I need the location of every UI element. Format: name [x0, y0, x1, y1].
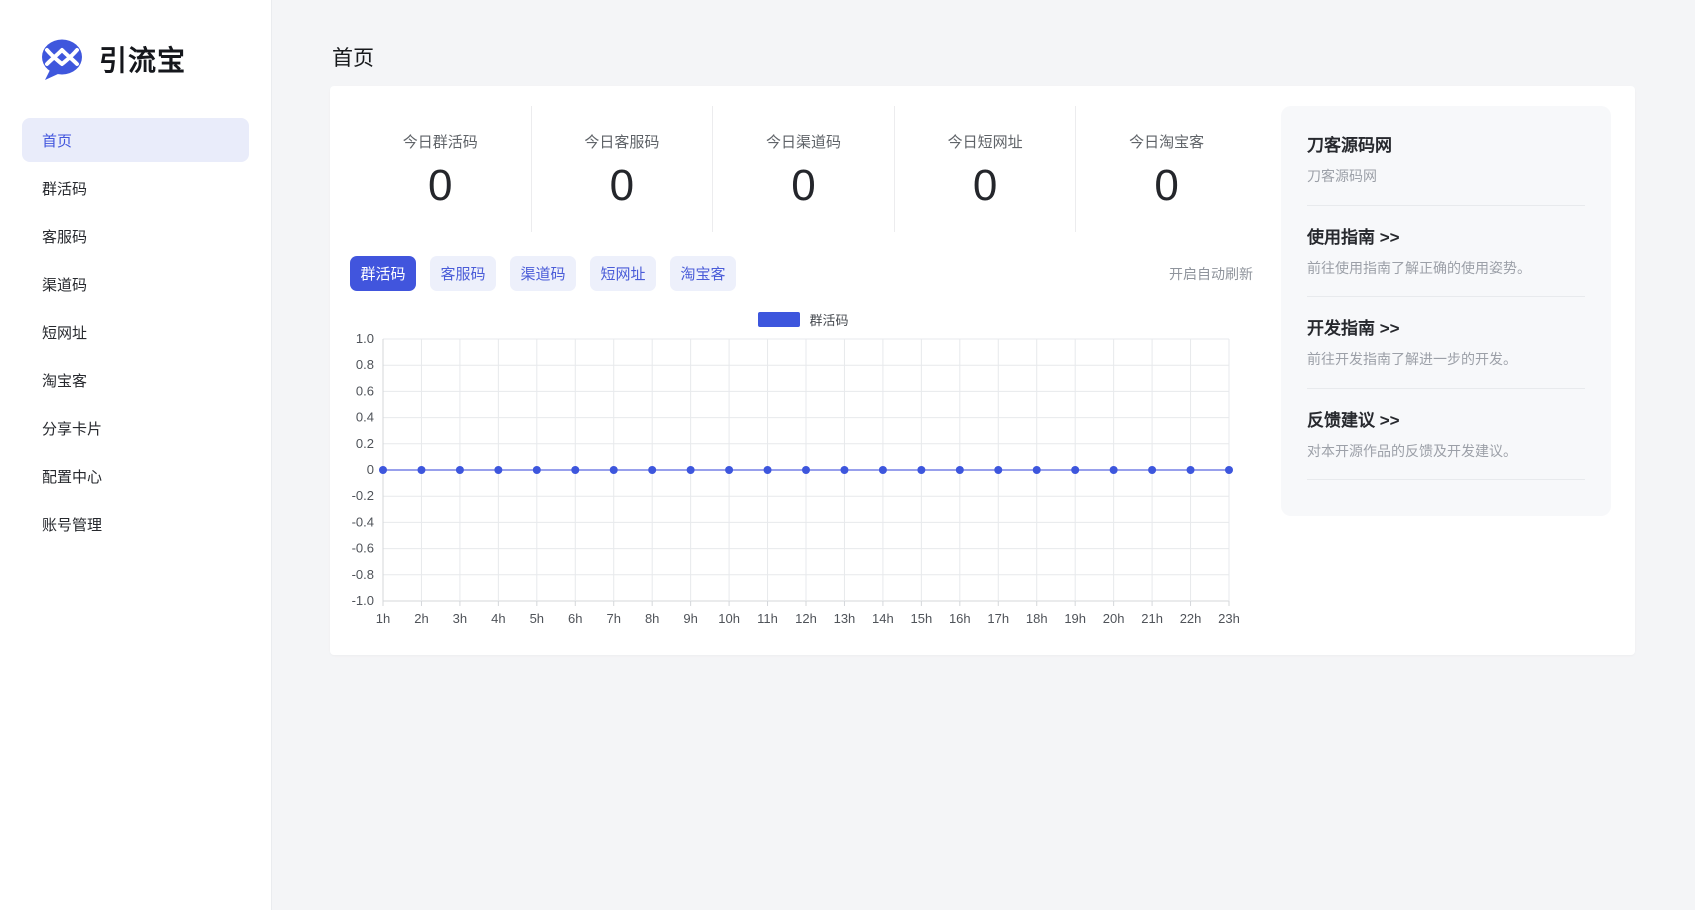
svg-text:11h: 11h	[757, 611, 778, 626]
svg-text:22h: 22h	[1180, 611, 1202, 626]
tabs-row: 群活码 客服码 渠道码 短网址 淘宝客 开启自动刷新	[350, 256, 1257, 291]
svg-text:18h: 18h	[1026, 611, 1048, 626]
stat-value: 0	[609, 160, 635, 210]
app-title: 引流宝	[99, 45, 187, 76]
info-section-desc: 前往开发指南了解进一步的开发。	[1307, 351, 1517, 368]
svg-text:12h: 12h	[795, 611, 817, 626]
svg-text:-0.8: -0.8	[352, 567, 374, 582]
svg-text:15h: 15h	[911, 611, 933, 626]
svg-text:-0.2: -0.2	[352, 488, 374, 503]
svg-text:1.0: 1.0	[356, 331, 374, 346]
chart-area: 群活码 1.0 0.8 0.6 0.4 0.2 0 -0.2 -0.4 -0.6 -0.8 -1.0…	[350, 311, 1257, 631]
svg-text:9h: 9h	[683, 611, 697, 626]
svg-text:0.4: 0.4	[356, 410, 374, 425]
svg-text:20h: 20h	[1103, 611, 1125, 626]
svg-text:0.2: 0.2	[356, 436, 374, 451]
stat-label: 今日客服码	[584, 133, 660, 151]
svg-text:2h: 2h	[414, 611, 428, 626]
stat-card-0: 今日群活码 0	[350, 106, 532, 232]
sidebar-item-7[interactable]: 配置中心	[22, 454, 249, 498]
svg-text:17h: 17h	[987, 611, 1009, 626]
sidebar-item-3[interactable]: 渠道码	[22, 262, 249, 306]
svg-text:13h: 13h	[834, 611, 856, 626]
tab-2[interactable]: 渠道码	[510, 256, 576, 291]
svg-text:3h: 3h	[453, 611, 467, 626]
sidebar-nav: 首页 群活码 客服码 渠道码 短网址 淘宝客 分享卡片 配置中心 账号管理	[0, 118, 271, 546]
sidebar-item-8[interactable]: 账号管理	[22, 502, 249, 546]
sidebar-item-0[interactable]: 首页	[22, 118, 249, 162]
chart-tabs: 群活码 客服码 渠道码 短网址 淘宝客	[350, 256, 750, 291]
sidebar-item-5[interactable]: 淘宝客	[22, 358, 249, 402]
legend-marker	[758, 311, 801, 327]
stat-card-4: 今日淘宝客 0	[1076, 106, 1257, 232]
svg-text:-1.0: -1.0	[352, 593, 374, 608]
info-section-desc: 刀客源码网	[1307, 168, 1377, 184]
info-section-title[interactable]: 刀客源码网	[1307, 131, 1585, 156]
stat-card-3: 今日短网址 0	[895, 106, 1077, 232]
svg-text:19h: 19h	[1064, 611, 1086, 626]
auto-refresh-toggle[interactable]: 开启自动刷新	[1169, 264, 1253, 284]
stat-label: 今日短网址	[947, 133, 1023, 151]
svg-text:1h: 1h	[376, 611, 390, 626]
dashboard-card: 今日群活码 0 今日客服码 0 今日渠道码 0 今日短网址 0 今日淘宝客 0 群活码 客服码 渠道码…	[330, 86, 1635, 655]
svg-text:23h: 23h	[1218, 611, 1240, 626]
stat-value: 0	[791, 160, 816, 210]
stat-label: 今日渠道码	[765, 133, 841, 151]
sidebar-item-1[interactable]: 群活码	[22, 166, 249, 210]
stat-label: 今日群活码	[402, 133, 478, 151]
stat-label: 今日淘宝客	[1129, 133, 1205, 151]
info-section-1: 使用指南 >> 前往使用指南了解正确的使用姿势。	[1307, 206, 1585, 298]
info-section-title[interactable]: 反馈建议 >>	[1307, 406, 1585, 431]
tab-0[interactable]: 群活码	[350, 256, 416, 291]
info-panel: 刀客源码网 刀客源码网 使用指南 >> 前往使用指南了解正确的使用姿势。 开发指南 >>…	[1281, 106, 1611, 516]
svg-text:0: 0	[367, 462, 374, 477]
tab-1[interactable]: 客服码	[430, 256, 496, 291]
svg-text:-0.4: -0.4	[352, 514, 374, 529]
svg-text:4h: 4h	[491, 611, 505, 626]
stats-row: 今日群活码 0 今日客服码 0 今日渠道码 0 今日短网址 0 今日淘宝客 0	[350, 106, 1257, 232]
sidebar-item-6[interactable]: 分享卡片	[22, 406, 249, 450]
stat-value: 0	[1154, 160, 1179, 210]
info-section-desc: 对本开源作品的反馈及开发建议。	[1307, 442, 1517, 459]
svg-text:14h: 14h	[872, 611, 894, 626]
svg-text:6h: 6h	[568, 611, 582, 626]
info-section-desc: 前往使用指南了解正确的使用姿势。	[1307, 259, 1531, 276]
svg-text:7h: 7h	[606, 611, 620, 626]
sidebar: 引流宝 首页 群活码 客服码 渠道码 短网址 淘宝客 分享卡片 配置中心 账号管理	[0, 0, 272, 910]
tab-4[interactable]: 淘宝客	[670, 256, 736, 291]
svg-text:0.6: 0.6	[356, 383, 374, 398]
svg-text:8h: 8h	[645, 611, 659, 626]
page-title: 首页	[332, 47, 374, 70]
legend-label: 群活码	[809, 312, 849, 328]
svg-text:10h: 10h	[718, 611, 740, 626]
svg-text:21h: 21h	[1141, 611, 1163, 626]
info-section-0: 刀客源码网 刀客源码网	[1307, 114, 1585, 206]
svg-text:-0.6: -0.6	[352, 541, 374, 556]
stat-value: 0	[972, 160, 998, 210]
svg-text:16h: 16h	[949, 611, 971, 626]
stat-card-2: 今日渠道码 0	[713, 106, 895, 232]
svg-text:0.8: 0.8	[356, 357, 374, 372]
logo: 引流宝	[0, 0, 271, 82]
svg-text:5h: 5h	[530, 611, 544, 626]
main-content: 首页 今日群活码 0 今日客服码 0 今日渠道码 0 今日短网址 0 今日淘宝客 0 群活码 客服码…	[272, 0, 1695, 910]
sidebar-item-4[interactable]: 短网址	[22, 310, 249, 354]
info-section-title[interactable]: 使用指南 >>	[1307, 223, 1585, 248]
info-section-2: 开发指南 >> 前往开发指南了解进一步的开发。	[1307, 297, 1585, 389]
tab-3[interactable]: 短网址	[590, 256, 656, 291]
left-column: 今日群活码 0 今日客服码 0 今日渠道码 0 今日短网址 0 今日淘宝客 0 群活码 客服码 渠道码…	[350, 106, 1257, 631]
info-section-3: 反馈建议 >> 对本开源作品的反馈及开发建议。	[1307, 389, 1585, 481]
app-logo-icon	[42, 39, 82, 80]
stat-card-1: 今日客服码 0	[532, 106, 714, 232]
stat-value: 0	[428, 160, 453, 210]
info-section-title[interactable]: 开发指南 >>	[1307, 314, 1585, 339]
sidebar-item-2[interactable]: 客服码	[22, 214, 249, 258]
line-chart: 1.0 0.8 0.6 0.4 0.2 0 -0.2 -0.4 -0.6 -0.8 -1.01h 2h…	[352, 331, 1240, 626]
chart-legend[interactable]: 群活码	[350, 311, 1257, 328]
